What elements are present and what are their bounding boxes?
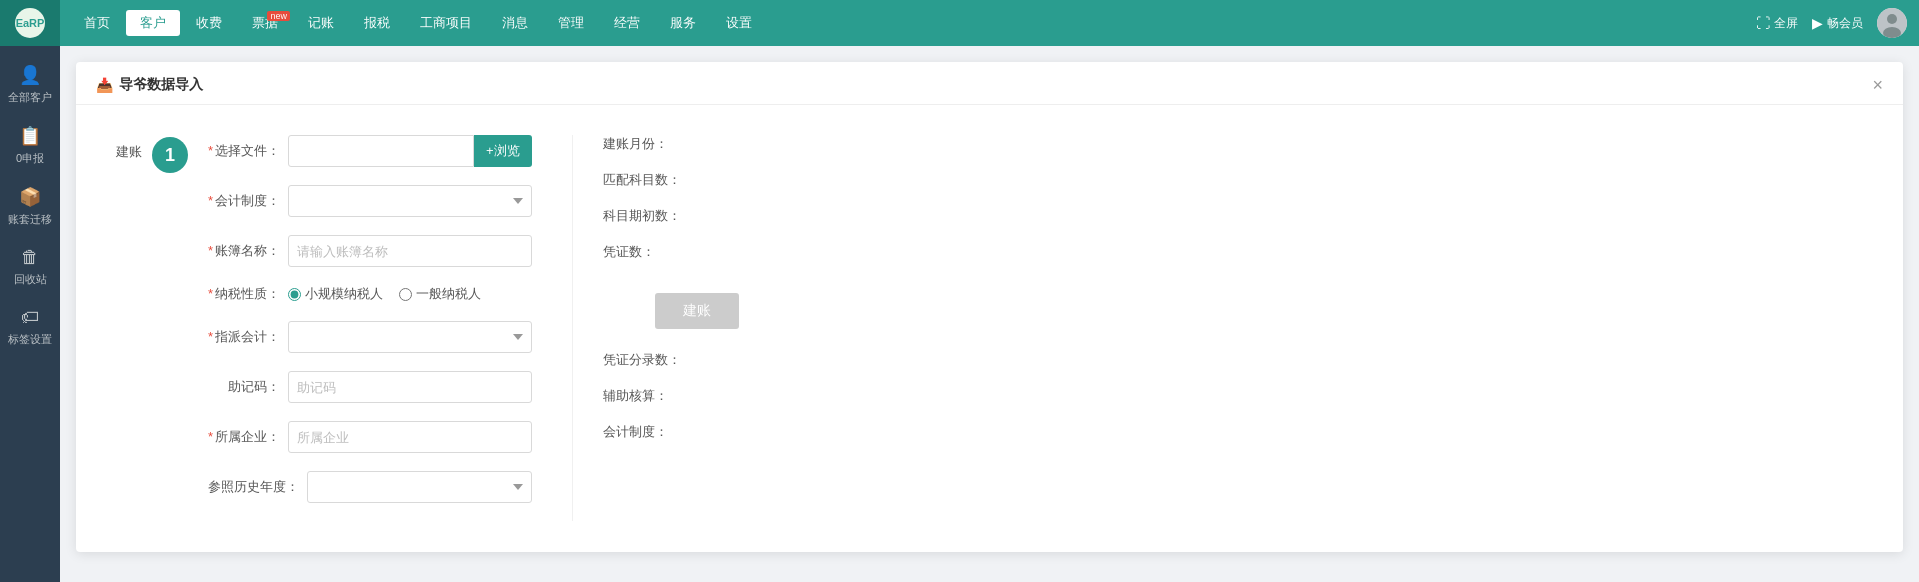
nav-home[interactable]: 首页	[70, 10, 124, 36]
dialog-body: 建账 1 选择文件： +浏览	[76, 105, 1903, 551]
file-text-input[interactable]	[288, 135, 474, 167]
nav-fee[interactable]: 收费	[182, 10, 236, 36]
tag-settings-icon: 🏷	[21, 307, 39, 328]
history-year-select[interactable]	[307, 471, 532, 503]
nav-tax[interactable]: 报税	[350, 10, 404, 36]
voucher-entries-row: 凭证分录数：	[603, 351, 792, 369]
build-month-label: 建账月份：	[603, 135, 693, 153]
step-label: 建账	[116, 143, 142, 161]
nav-business[interactable]: 工商项目	[406, 10, 486, 36]
voucher-entries-label: 凭证分录数：	[603, 351, 693, 369]
step-section: 建账 1 选择文件： +浏览	[116, 135, 532, 521]
company-input[interactable]	[288, 421, 532, 453]
avatar[interactable]	[1877, 8, 1907, 38]
file-row: 选择文件： +浏览	[208, 135, 532, 167]
nav-manage[interactable]: 管理	[544, 10, 598, 36]
info-accounting-system-row: 会计制度：	[603, 423, 792, 441]
nav-settings[interactable]: 设置	[712, 10, 766, 36]
match-subjects-label: 匹配科目数：	[603, 171, 693, 189]
general-taxpayer-radio[interactable]	[399, 288, 412, 301]
nav-customer[interactable]: 客户	[126, 10, 180, 36]
all-customers-icon: 👤	[19, 64, 41, 86]
account-migration-icon: 📦	[19, 186, 41, 208]
voucher-count-row: 凭证数：	[603, 243, 792, 261]
ledger-name-row: 账簿名称：	[208, 235, 532, 267]
match-subjects-row: 匹配科目数：	[603, 171, 792, 189]
tax-type-radio-group: 小规模纳税人 一般纳税人	[288, 285, 481, 303]
accounting-system-select[interactable]	[288, 185, 532, 217]
nav-message[interactable]: 消息	[488, 10, 542, 36]
play-icon: ▶	[1812, 15, 1823, 31]
company-label: 所属企业：	[208, 428, 280, 446]
ledger-name-label: 账簿名称：	[208, 242, 280, 260]
zero-report-icon: 📋	[19, 125, 41, 147]
history-year-row: 参照历史年度：	[208, 471, 532, 503]
main-content: 📥 导爷数据导入 × 建账 1 选择文件：	[60, 46, 1919, 582]
info-accounting-system-label: 会计制度：	[603, 423, 693, 441]
svg-point-1	[1887, 14, 1897, 24]
new-badge: new	[267, 11, 290, 21]
small-scale-radio[interactable]	[288, 288, 301, 301]
build-account-button[interactable]: 建账	[655, 293, 739, 329]
mnemonic-label: 助记码：	[208, 378, 280, 396]
nav-bookkeeping[interactable]: 记账	[294, 10, 348, 36]
form-section: 选择文件： +浏览 会计制度：	[208, 135, 532, 521]
tax-type-label: 纳税性质：	[208, 285, 280, 303]
auxiliary-row: 辅助核算：	[603, 387, 792, 405]
assign-accountant-row: 指派会计：	[208, 321, 532, 353]
fullscreen-icon: ⛶	[1756, 15, 1770, 31]
accounting-system-label: 会计制度：	[208, 192, 280, 210]
dialog-title: 📥 导爷数据导入	[96, 76, 203, 94]
nav-items: 首页 客户 收费 票据 new 记账 报税 工商项目 消息 管理 经营 服务 设…	[60, 10, 1744, 36]
general-taxpayer-option[interactable]: 一般纳税人	[399, 285, 481, 303]
sidebar-item-zero-report[interactable]: 📋 0申报	[0, 115, 60, 176]
dialog-header: 📥 导爷数据导入 ×	[76, 62, 1903, 105]
top-nav: EaRP 首页 客户 收费 票据 new 记账 报税 工商项目 消息 管理 经营…	[0, 0, 1919, 46]
user-avatar-icon	[1877, 8, 1907, 38]
auxiliary-label: 辅助核算：	[603, 387, 693, 405]
import-icon: 📥	[96, 77, 113, 93]
assign-accountant-label: 指派会计：	[208, 328, 280, 346]
layout: 👤 全部客户 📋 0申报 📦 账套迁移 🗑 回收站 🏷 标签设置 📥 导爷	[0, 46, 1919, 582]
sidebar-item-account-migration[interactable]: 📦 账套迁移	[0, 176, 60, 237]
dialog: 📥 导爷数据导入 × 建账 1 选择文件：	[76, 62, 1903, 552]
sidebar-item-all-customers[interactable]: 👤 全部客户	[0, 54, 60, 115]
company-row: 所属企业：	[208, 421, 532, 453]
tax-type-row: 纳税性质： 小规模纳税人 一般纳税人	[208, 285, 532, 303]
small-scale-option[interactable]: 小规模纳税人	[288, 285, 383, 303]
info-section: 建账月份： 匹配科目数： 科目期初数： 凭证数：	[572, 135, 792, 521]
sidebar-item-recycle-bin[interactable]: 🗑 回收站	[0, 237, 60, 297]
subject-initial-label: 科目期初数：	[603, 207, 693, 225]
close-button[interactable]: ×	[1872, 76, 1883, 94]
member-btn[interactable]: ▶ 畅会员	[1812, 15, 1863, 32]
file-label: 选择文件：	[208, 142, 280, 160]
nav-right: ⛶ 全屏 ▶ 畅会员	[1744, 8, 1919, 38]
nav-invoice[interactable]: 票据 new	[238, 10, 292, 36]
logo-icon: EaRP	[15, 8, 45, 38]
mnemonic-row: 助记码：	[208, 371, 532, 403]
nav-operation[interactable]: 经营	[600, 10, 654, 36]
voucher-count-label: 凭证数：	[603, 243, 693, 261]
fullscreen-btn[interactable]: ⛶ 全屏	[1756, 15, 1798, 32]
ledger-name-input[interactable]	[288, 235, 532, 267]
recycle-bin-icon: 🗑	[21, 247, 39, 268]
nav-service[interactable]: 服务	[656, 10, 710, 36]
build-month-row: 建账月份：	[603, 135, 792, 153]
assign-accountant-select[interactable]	[288, 321, 532, 353]
history-year-label: 参照历史年度：	[208, 478, 299, 496]
browse-button[interactable]: +浏览	[474, 135, 532, 167]
sidebar-item-tag-settings[interactable]: 🏷 标签设置	[0, 297, 60, 357]
file-input-group: +浏览	[288, 135, 532, 167]
sidebar: 👤 全部客户 📋 0申报 📦 账套迁移 🗑 回收站 🏷 标签设置	[0, 46, 60, 582]
subject-initial-row: 科目期初数：	[603, 207, 792, 225]
step-circle: 1	[152, 137, 188, 173]
accounting-system-row: 会计制度：	[208, 185, 532, 217]
logo[interactable]: EaRP	[0, 0, 60, 46]
mnemonic-input[interactable]	[288, 371, 532, 403]
